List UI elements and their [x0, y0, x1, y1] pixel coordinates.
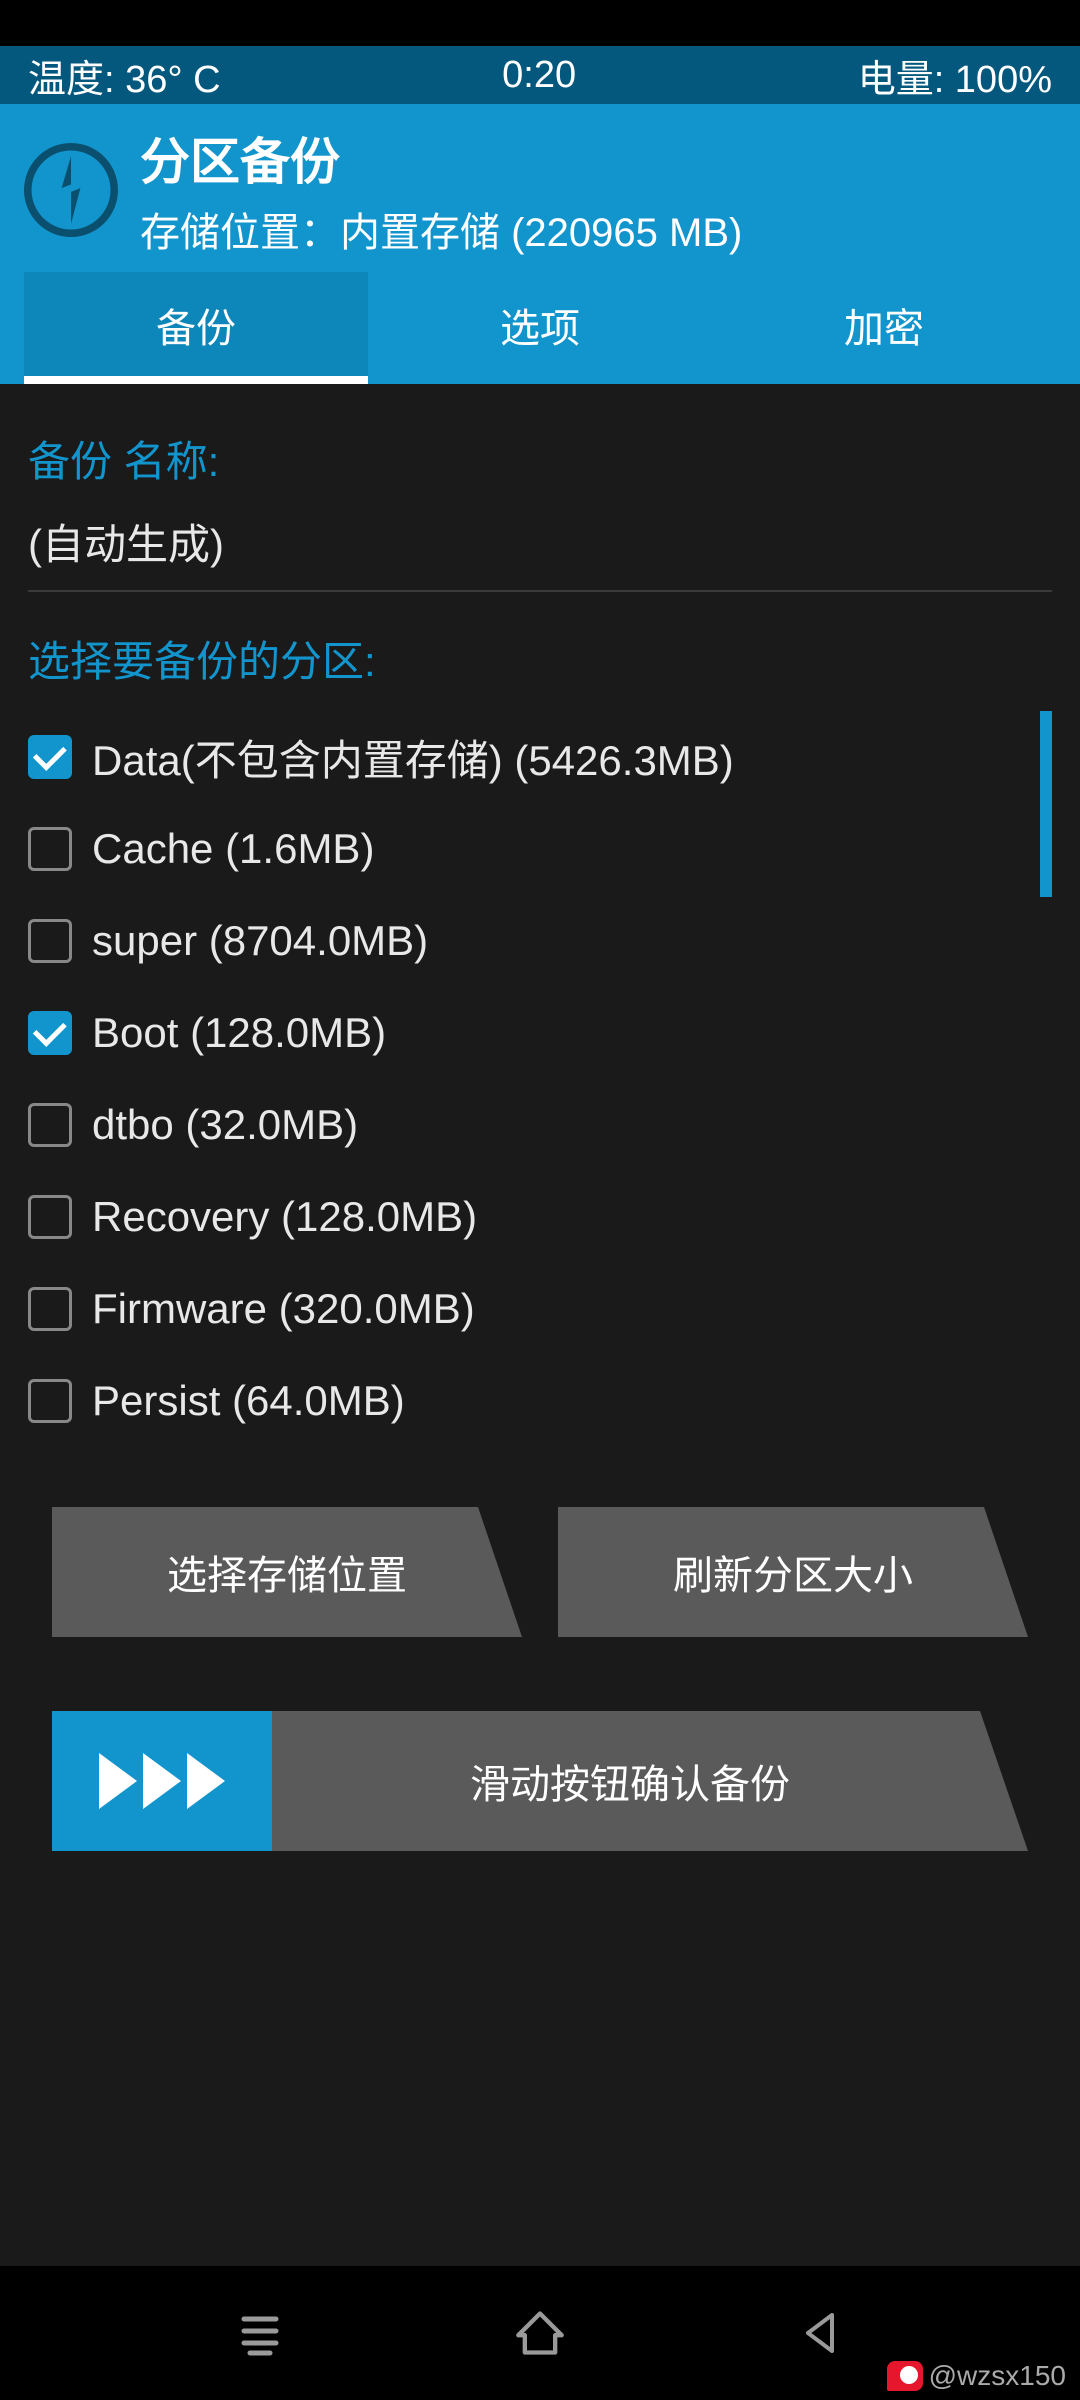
select-partitions-label: 选择要备份的分区: — [28, 628, 1052, 689]
partition-checkbox[interactable] — [28, 1287, 72, 1331]
partition-label: Persist (64.0MB) — [92, 1377, 405, 1425]
divider — [28, 590, 1052, 592]
partition-item[interactable]: dtbo (32.0MB) — [28, 1079, 1052, 1171]
partition-checkbox[interactable] — [28, 735, 72, 779]
partition-label: super (8704.0MB) — [92, 917, 428, 965]
partition-label: Firmware (320.0MB) — [92, 1285, 475, 1333]
partition-label: Cache (1.6MB) — [92, 825, 374, 873]
tab-bar: 备份 选项 加密 — [24, 272, 1056, 384]
header: 分区备份 存储位置：内置存储 (220965 MB) 备份 选项 加密 — [0, 104, 1080, 384]
partition-item[interactable]: bluetooth (0.2MB) — [28, 1447, 1052, 1451]
partition-checkbox[interactable] — [28, 1195, 72, 1239]
arrow-right-icon — [99, 1753, 137, 1809]
temperature-label: 温度: 36° C — [28, 48, 221, 103]
partition-item[interactable]: Cache (1.6MB) — [28, 803, 1052, 895]
partition-label: Recovery (128.0MB) — [92, 1193, 477, 1241]
swipe-handle[interactable] — [52, 1711, 272, 1851]
page-title: 分区备份 — [140, 122, 742, 194]
refresh-sizes-button[interactable]: 刷新分区大小 — [558, 1507, 1028, 1637]
storage-location-label: 存储位置：内置存储 (220965 MB) — [140, 200, 742, 258]
partition-checkbox[interactable] — [28, 1379, 72, 1423]
swipe-label: 滑动按钮确认备份 — [272, 1752, 1028, 1810]
recent-apps-icon[interactable] — [230, 2303, 290, 2363]
tab-backup[interactable]: 备份 — [24, 272, 368, 384]
tab-encrypt[interactable]: 加密 — [712, 272, 1056, 384]
partition-checkbox[interactable] — [28, 827, 72, 871]
partition-checkbox[interactable] — [28, 1103, 72, 1147]
partition-checkbox[interactable] — [28, 1011, 72, 1055]
status-bar: 温度: 36° C 0:20 电量: 100% — [0, 46, 1080, 104]
backup-name-label: 备份 名称: — [28, 428, 1052, 489]
tab-options[interactable]: 选项 — [368, 272, 712, 384]
partition-label: Boot (128.0MB) — [92, 1009, 386, 1057]
scroll-indicator[interactable] — [1040, 711, 1052, 897]
swipe-to-confirm[interactable]: 滑动按钮确认备份 — [52, 1711, 1028, 1851]
backup-name-value[interactable]: (自动生成) — [28, 511, 1052, 572]
partition-label: dtbo (32.0MB) — [92, 1101, 358, 1149]
time-label: 0:20 — [502, 54, 576, 97]
arrow-right-icon — [187, 1753, 225, 1809]
back-icon[interactable] — [790, 2303, 850, 2363]
partition-item[interactable]: Data(不包含内置存储) (5426.3MB) — [28, 711, 1052, 803]
select-storage-button[interactable]: 选择存储位置 — [52, 1507, 522, 1637]
partition-item[interactable]: Persist (64.0MB) — [28, 1355, 1052, 1447]
partition-label: Data(不包含内置存储) (5426.3MB) — [92, 727, 734, 788]
partition-list[interactable]: Data(不包含内置存储) (5426.3MB) Cache (1.6MB) sup… — [28, 711, 1052, 1451]
twrp-logo-icon — [24, 143, 118, 237]
arrow-right-icon — [143, 1753, 181, 1809]
partition-item[interactable]: super (8704.0MB) — [28, 895, 1052, 987]
weibo-icon — [887, 2361, 923, 2391]
partition-item[interactable]: Firmware (320.0MB) — [28, 1263, 1052, 1355]
battery-label: 电量: 100% — [858, 48, 1052, 103]
partition-item[interactable]: Recovery (128.0MB) — [28, 1171, 1052, 1263]
home-icon[interactable] — [510, 2303, 570, 2363]
watermark: @wzsx150 — [887, 2360, 1066, 2392]
partition-checkbox[interactable] — [28, 919, 72, 963]
partition-item[interactable]: Boot (128.0MB) — [28, 987, 1052, 1079]
